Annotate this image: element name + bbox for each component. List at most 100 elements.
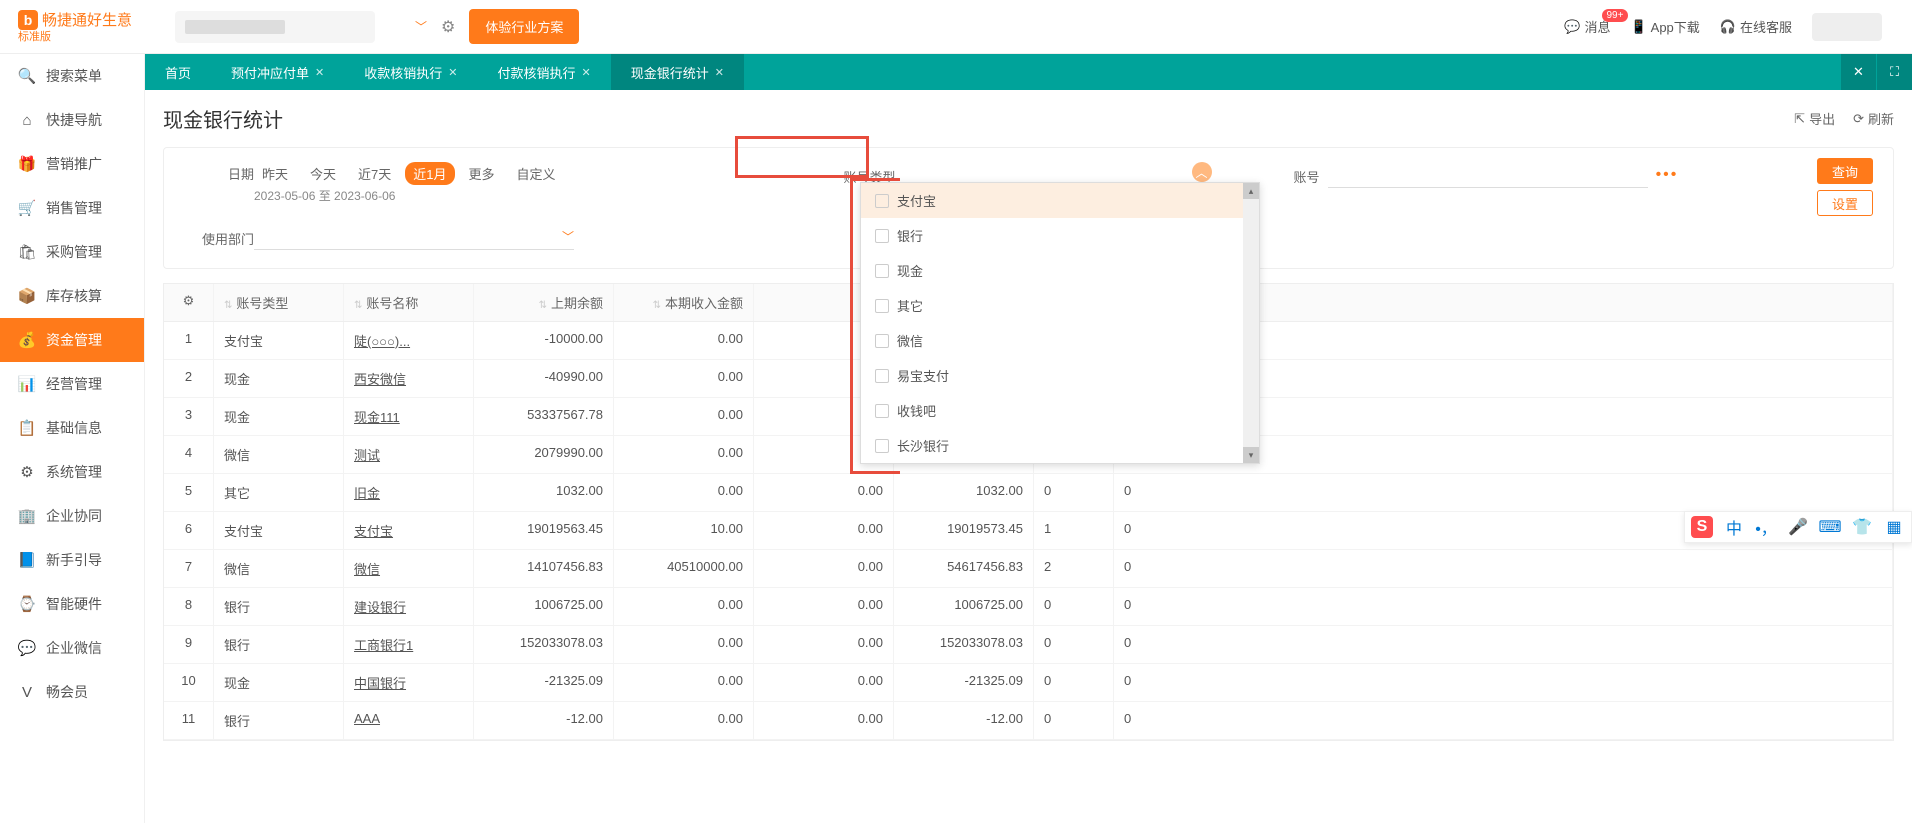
close-icon[interactable]: ✕ — [448, 66, 457, 79]
cell-prev-balance: 19019563.45 — [474, 512, 614, 549]
account-input[interactable] — [1328, 162, 1648, 188]
checkbox-icon[interactable] — [875, 369, 889, 383]
close-icon[interactable]: ✕ — [582, 66, 591, 79]
date-chip-0[interactable]: 昨天 — [254, 162, 296, 185]
cell-expense-count: 0 — [1114, 626, 1893, 663]
sidebar-item-10[interactable]: 🏢企业协同 — [0, 494, 144, 538]
gear-icon[interactable]: ⚙ — [441, 17, 455, 37]
sidebar-item-5[interactable]: 📦库存核算 — [0, 274, 144, 318]
sidebar-item-13[interactable]: 💬企业微信 — [0, 626, 144, 670]
sidebar-item-12[interactable]: ⌚智能硬件 — [0, 582, 144, 626]
col-income[interactable]: ⇅本期收入金额 — [614, 284, 754, 321]
sidebar-item-6[interactable]: 💰资金管理 — [0, 318, 144, 362]
account-link[interactable]: 西安微信 — [354, 372, 406, 387]
column-settings-icon[interactable]: ⚙ — [164, 284, 214, 321]
dropdown-scrollbar[interactable]: ▴ ▾ — [1243, 183, 1259, 463]
account-link[interactable]: AAA — [354, 711, 380, 726]
tab-1[interactable]: 预付冲应付单✕ — [211, 54, 344, 90]
date-chip-4[interactable]: 更多 — [461, 162, 503, 185]
page-title-row: 现金银行统计 ⇱导出 ⟳刷新 — [163, 104, 1894, 133]
chevron-down-icon[interactable]: ﹀ — [415, 18, 427, 35]
collapse-toggle-icon[interactable]: ︿ — [1192, 162, 1212, 182]
dropdown-option-5[interactable]: 易宝支付 — [861, 358, 1259, 393]
dropdown-option-6[interactable]: 收钱吧 — [861, 393, 1259, 428]
refresh-button[interactable]: ⟳刷新 — [1853, 109, 1894, 128]
dropdown-option-4[interactable]: 微信 — [861, 323, 1259, 358]
dropdown-option-0[interactable]: 支付宝 — [861, 183, 1259, 218]
scroll-up-icon[interactable]: ▴ — [1243, 183, 1259, 199]
cell-name: 现金111 — [344, 398, 474, 435]
account-link[interactable]: 工商银行1 — [354, 638, 413, 653]
date-chip-3[interactable]: 近1月 — [405, 162, 454, 185]
sidebar-item-2[interactable]: 🎁营销推广 — [0, 142, 144, 186]
tab-0[interactable]: 首页 — [145, 54, 211, 90]
close-tab-icon[interactable]: ✕ — [1840, 54, 1876, 90]
dropdown-option-1[interactable]: 银行 — [861, 218, 1259, 253]
more-dots-icon[interactable]: ••• — [1656, 166, 1679, 184]
toolbox-icon[interactable]: ▦ — [1883, 516, 1905, 538]
date-chips: 昨天今天近7天近1月更多自定义 — [254, 162, 564, 185]
account-link[interactable]: 中国银行 — [354, 676, 406, 691]
sidebar-item-3[interactable]: 🛒销售管理 — [0, 186, 144, 230]
tab-2[interactable]: 收款核销执行✕ — [344, 54, 477, 90]
expand-icon[interactable]: ⛶ — [1876, 54, 1912, 90]
sidebar-item-4[interactable]: 🛍采购管理 — [0, 230, 144, 274]
query-button[interactable]: 查询 — [1817, 158, 1873, 184]
sidebar-item-9[interactable]: ⚙系统管理 — [0, 450, 144, 494]
settings-button[interactable]: 设置 — [1817, 190, 1873, 216]
account-link[interactable]: 旧金 — [354, 486, 380, 501]
date-chip-1[interactable]: 今天 — [302, 162, 344, 185]
keyboard-icon[interactable]: ⌨ — [1819, 516, 1841, 538]
company-selector[interactable] — [175, 11, 375, 43]
checkbox-icon[interactable] — [875, 404, 889, 418]
export-button[interactable]: ⇱导出 — [1794, 109, 1835, 128]
checkbox-icon[interactable] — [875, 334, 889, 348]
sidebar-item-0[interactable]: 🔍搜索菜单 — [0, 54, 144, 98]
close-icon[interactable]: ✕ — [715, 66, 724, 79]
col-account-type[interactable]: ⇅账号类型 — [214, 284, 344, 321]
app-download-link[interactable]: 📱 App下载 — [1630, 17, 1699, 36]
sidebar-item-11[interactable]: 📘新手引导 — [0, 538, 144, 582]
account-link[interactable]: 陡(○○○)... — [354, 334, 410, 349]
sidebar-item-8[interactable]: 📋基础信息 — [0, 406, 144, 450]
cell-expense-count: 0 — [1114, 550, 1893, 587]
skin-icon[interactable]: 👕 — [1851, 516, 1873, 538]
account-link[interactable]: 支付宝 — [354, 524, 393, 539]
user-avatar[interactable] — [1812, 13, 1882, 41]
sidebar-item-1[interactable]: ⌂快捷导航 — [0, 98, 144, 142]
ime-lang-label[interactable]: 中 — [1723, 516, 1745, 538]
sidebar-item-7[interactable]: 📊经营管理 — [0, 362, 144, 406]
col-label: 账号类型 — [236, 296, 288, 311]
account-link[interactable]: 现金111 — [354, 410, 400, 425]
dropdown-option-3[interactable]: 其它 — [861, 288, 1259, 323]
tab-3[interactable]: 付款核销执行✕ — [477, 54, 610, 90]
checkbox-icon[interactable] — [875, 299, 889, 313]
messages-link[interactable]: 💬 消息 99+ — [1564, 17, 1610, 36]
checkbox-icon[interactable] — [875, 194, 889, 208]
date-chip-5[interactable]: 自定义 — [509, 162, 564, 185]
checkbox-icon[interactable] — [875, 229, 889, 243]
cell-prev-balance: -21325.09 — [474, 664, 614, 701]
tab-4[interactable]: 现金银行统计✕ — [611, 54, 744, 90]
tab-label: 首页 — [165, 63, 191, 82]
checkbox-icon[interactable] — [875, 264, 889, 278]
header-right: 💬 消息 99+ 📱 App下载 🎧 在线客服 — [1564, 13, 1902, 41]
col-account-name[interactable]: ⇅账号名称 — [344, 284, 474, 321]
scroll-down-icon[interactable]: ▾ — [1243, 447, 1259, 463]
date-chip-2[interactable]: 近7天 — [350, 162, 399, 185]
support-link[interactable]: 🎧 在线客服 — [1720, 17, 1792, 36]
account-link[interactable]: 建设银行 — [354, 600, 406, 615]
checkbox-icon[interactable] — [875, 439, 889, 453]
account-link[interactable]: 微信 — [354, 562, 380, 577]
close-icon[interactable]: ✕ — [315, 66, 324, 79]
dropdown-option-7[interactable]: 长沙银行 — [861, 428, 1259, 463]
ime-punct-icon[interactable]: •， — [1755, 516, 1777, 538]
mic-icon[interactable]: 🎤 — [1787, 516, 1809, 538]
col-prev-balance[interactable]: ⇅上期余额 — [474, 284, 614, 321]
sogou-icon[interactable]: S — [1691, 516, 1713, 538]
account-link[interactable]: 测试 — [354, 448, 380, 463]
sidebar-item-14[interactable]: V畅会员 — [0, 670, 144, 714]
dept-select[interactable]: ﹀ — [254, 224, 574, 250]
dropdown-option-2[interactable]: 现金 — [861, 253, 1259, 288]
trial-button[interactable]: 体验行业方案 — [469, 9, 579, 44]
